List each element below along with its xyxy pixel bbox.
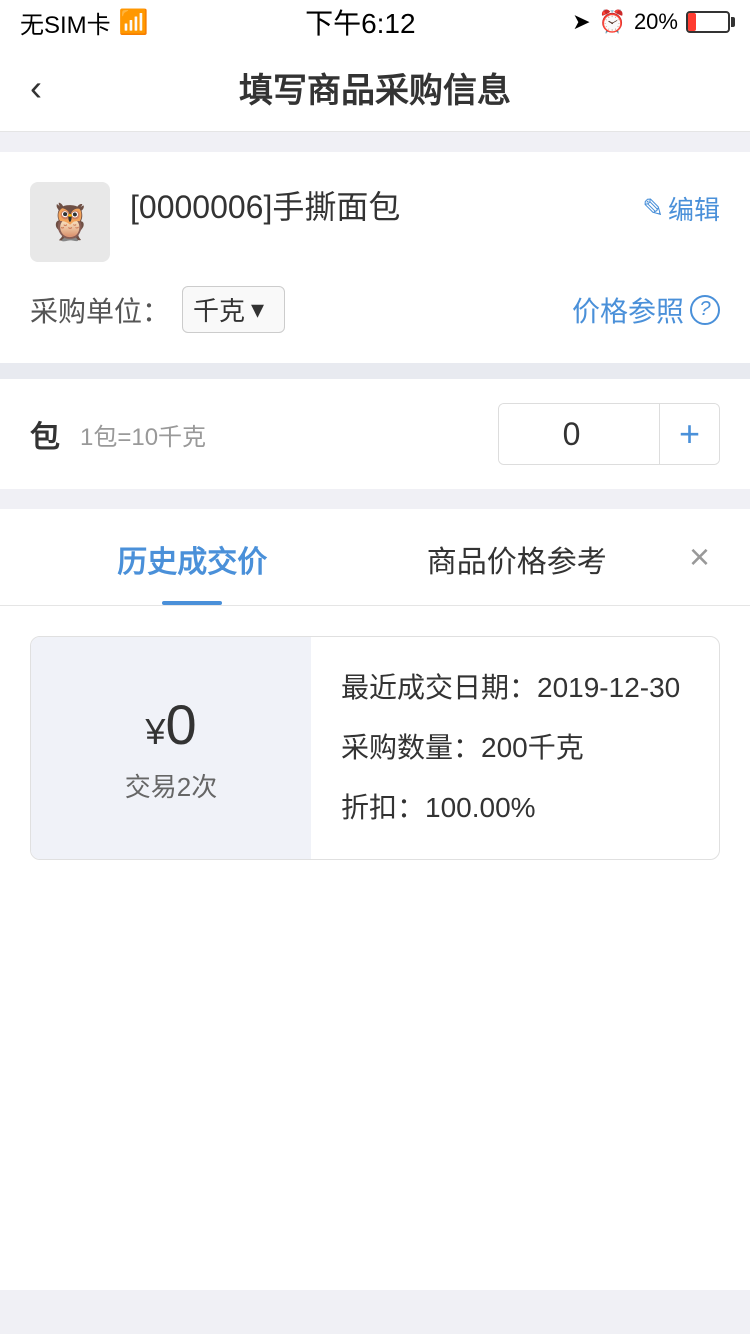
alarm-icon: ⏰ xyxy=(599,9,626,35)
transaction-price: ¥0 xyxy=(145,692,196,757)
unit-label: 采购单位： xyxy=(30,290,170,330)
price-reference-button[interactable]: 价格参照 ? xyxy=(572,290,720,330)
purchase-quantity-value: 200千克 xyxy=(481,732,584,763)
battery-fill xyxy=(688,13,696,31)
product-card: 🦉 [0000006]手撕面包 ✎ 编辑 采购单位： 千克 ▾ 价格参照 ? xyxy=(0,152,750,363)
product-name-row: [0000006]手撕面包 ✎ 编辑 xyxy=(130,182,720,234)
bottom-space xyxy=(0,890,750,1290)
tab-product-price-ref[interactable]: 商品价格参考 xyxy=(354,509,678,605)
battery-percent: 20% xyxy=(634,9,678,35)
transaction-count: 交易2次 xyxy=(125,767,217,804)
page-title: 填写商品采购信息 xyxy=(239,63,511,112)
nav-bar: ‹ 填写商品采购信息 xyxy=(0,44,750,132)
dropdown-icon: ▾ xyxy=(251,294,264,325)
product-info: [0000006]手撕面包 ✎ 编辑 xyxy=(130,182,720,234)
tab-product-price-ref-label: 商品价格参考 xyxy=(427,546,607,579)
price-ref-label: 价格参照 xyxy=(572,290,684,330)
price-number: 0 xyxy=(165,693,196,756)
quantity-input-group: + xyxy=(498,403,720,465)
tab-content: ¥0 交易2次 最近成交日期：2019-12-30 采购数量：200千克 折扣：… xyxy=(0,606,750,890)
product-header: 🦉 [0000006]手撕面包 ✎ 编辑 xyxy=(30,182,720,262)
recent-date-label: 最近成交日期： xyxy=(341,672,537,703)
section-divider xyxy=(0,363,750,379)
discount-label: 折扣： xyxy=(341,792,425,823)
product-thumb-icon: 🦉 xyxy=(48,201,93,243)
status-bar: 无SIM卡 📶 下午6:12 ➤ ⏰ 20% xyxy=(0,0,750,44)
edit-label: 编辑 xyxy=(668,190,720,227)
tab-history-price-label: 历史成交价 xyxy=(117,546,267,579)
edit-button[interactable]: ✎ 编辑 xyxy=(642,190,720,227)
transaction-details: 最近成交日期：2019-12-30 采购数量：200千克 折扣：100.00% xyxy=(311,637,719,859)
help-icon: ? xyxy=(690,295,720,325)
quantity-equiv-label: 1包=10千克 xyxy=(80,417,478,452)
quantity-row: 包 1包=10千克 + xyxy=(0,379,750,489)
purchase-quantity-row: 采购数量：200千克 xyxy=(341,727,689,769)
transaction-card: ¥0 交易2次 最近成交日期：2019-12-30 采购数量：200千克 折扣：… xyxy=(30,636,720,860)
purchase-quantity-label: 采购数量： xyxy=(341,732,481,763)
quantity-input[interactable] xyxy=(499,404,659,464)
battery-icon xyxy=(686,11,730,33)
recent-date-value: 2019-12-30 xyxy=(537,672,680,703)
location-icon: ➤ xyxy=(572,9,590,35)
unit-select[interactable]: 千克 ▾ xyxy=(182,286,285,333)
transaction-summary: ¥0 交易2次 xyxy=(31,637,311,859)
product-thumbnail: 🦉 xyxy=(30,182,110,262)
unit-value: 千克 xyxy=(193,291,245,328)
unit-row: 采购单位： 千克 ▾ xyxy=(30,286,285,333)
product-name: [0000006]手撕面包 xyxy=(130,182,400,228)
status-left: 无SIM卡 📶 xyxy=(20,5,149,40)
tab-header: 历史成交价 商品价格参考 × xyxy=(0,509,750,606)
discount-value: 100.00% xyxy=(425,792,536,823)
tab-close-button[interactable]: × xyxy=(679,526,720,588)
tab-panel: 历史成交价 商品价格参考 × ¥0 交易2次 最近成交日期：2019-12-30… xyxy=(0,509,750,890)
tab-history-price[interactable]: 历史成交价 xyxy=(30,509,354,605)
edit-icon: ✎ xyxy=(642,193,664,224)
carrier-text: 无SIM卡 xyxy=(20,5,111,40)
recent-date-row: 最近成交日期：2019-12-30 xyxy=(341,667,689,709)
unit-price-row: 采购单位： 千克 ▾ 价格参照 ? xyxy=(30,286,720,333)
wifi-icon: 📶 xyxy=(119,8,149,37)
discount-row: 折扣：100.00% xyxy=(341,787,689,829)
quantity-unit-label: 包 xyxy=(30,412,60,456)
status-time: 下午6:12 xyxy=(305,2,416,42)
quantity-plus-button[interactable]: + xyxy=(659,404,719,464)
currency-symbol: ¥ xyxy=(145,711,165,752)
status-right: ➤ ⏰ 20% xyxy=(572,9,730,35)
back-button[interactable]: ‹ xyxy=(30,67,90,109)
